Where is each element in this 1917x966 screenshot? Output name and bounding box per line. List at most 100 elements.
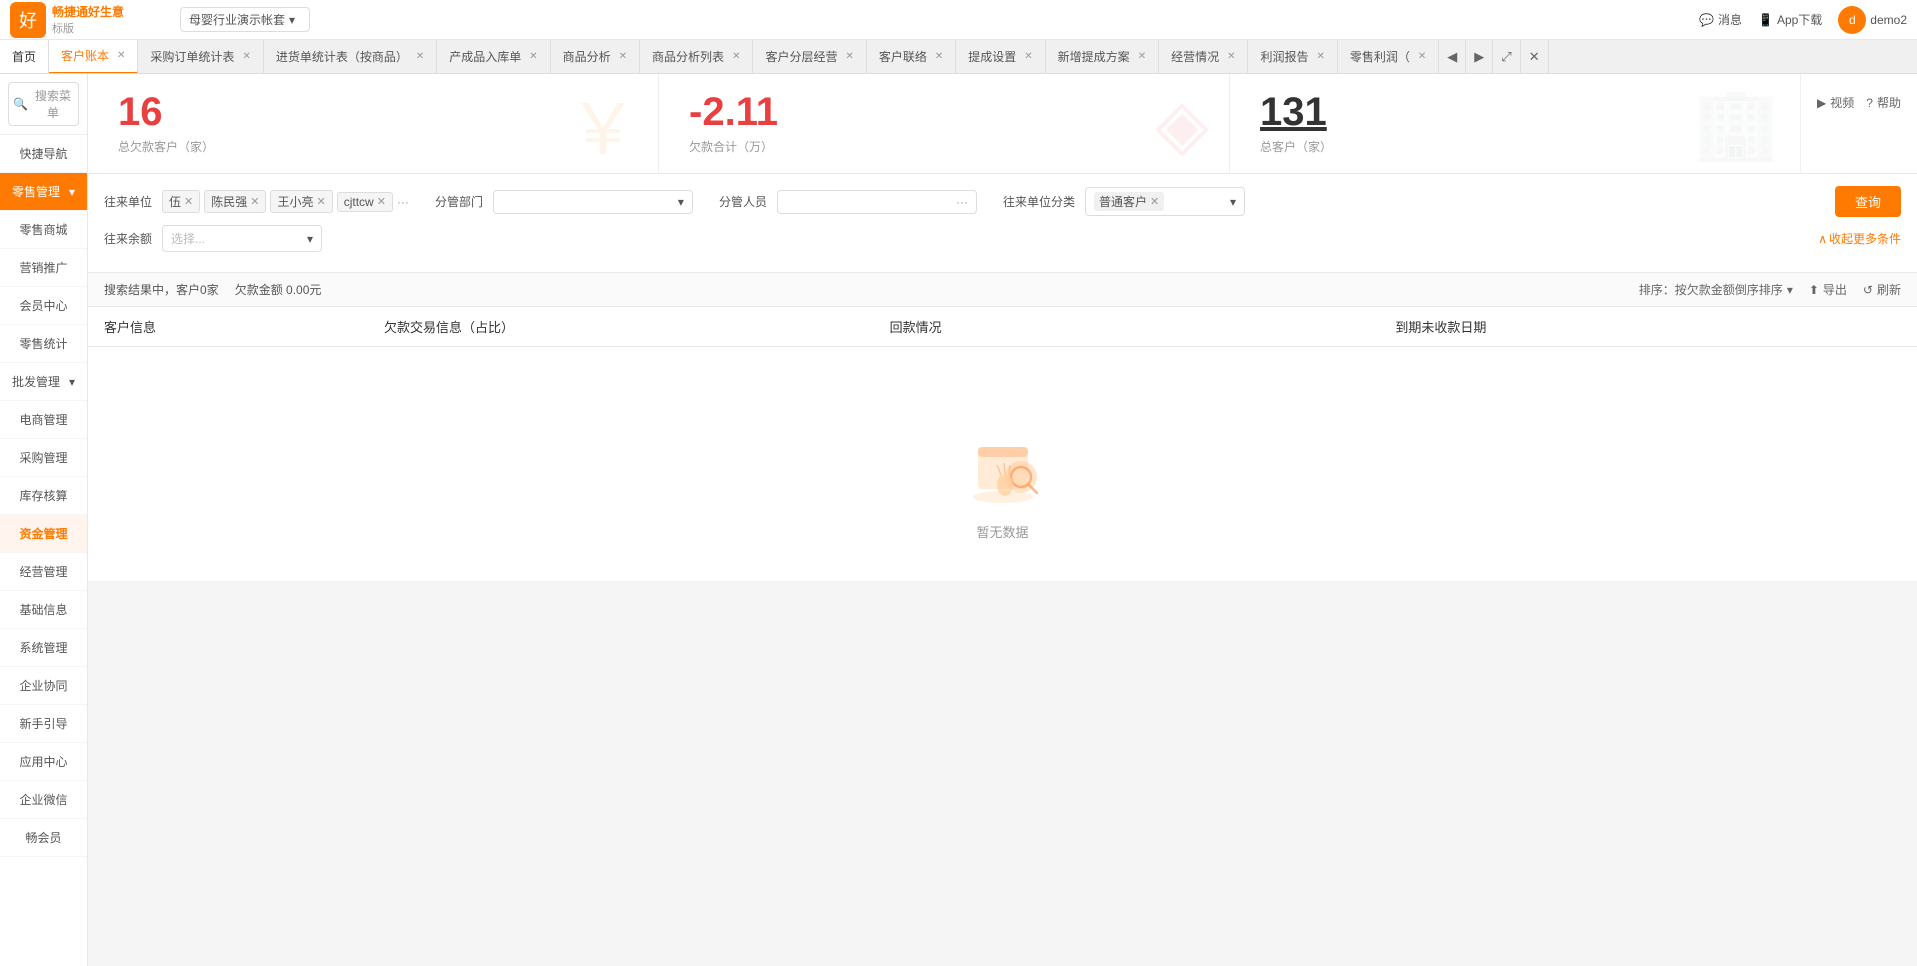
collapse-btn-area: ∧ 收起更多条件 xyxy=(1818,230,1901,247)
sidebar-item-system-mgmt[interactable]: 系统管理 xyxy=(0,629,87,667)
collapse-btn[interactable]: ∧ 收起更多条件 xyxy=(1818,230,1901,247)
sidebar-item-finance-mgmt[interactable]: 资金管理 xyxy=(0,515,87,553)
tab-product-analysis-close[interactable]: ✕ xyxy=(619,51,627,62)
search-menu-btn[interactable]: 🔍 搜索菜单 xyxy=(8,82,79,126)
dept-filter-select[interactable]: ▾ xyxy=(493,190,693,214)
app-download-btn[interactable]: 📱 App下载 xyxy=(1758,11,1822,28)
tab-purchase-order-stats[interactable]: 采购订单统计表 ✕ xyxy=(138,40,263,74)
top-right-actions: 💬 消息 📱 App下载 d demo2 xyxy=(1699,6,1907,34)
tab-retail-profit-close[interactable]: ✕ xyxy=(1418,51,1426,62)
tab-raise-settings-close[interactable]: ✕ xyxy=(1024,51,1032,62)
tab-customer-tier[interactable]: 客户分层经营 ✕ xyxy=(753,40,866,74)
tab-purchase-close[interactable]: ✕ xyxy=(242,51,250,62)
sidebar-item-quick-nav[interactable]: 快捷导航 xyxy=(0,135,87,173)
finance-mgmt-label: 资金管理 xyxy=(19,527,67,541)
quick-nav-label: 快捷导航 xyxy=(19,147,67,161)
message-btn[interactable]: 💬 消息 xyxy=(1699,11,1742,28)
search-icon: 🔍 xyxy=(13,97,28,111)
sidebar-item-app-center[interactable]: 应用中心 xyxy=(0,743,87,781)
tab-product-analysis[interactable]: 商品分析 ✕ xyxy=(551,40,640,74)
content-area: ￥ 16 总欠款客户（家） ◈ -2.11 欠款合计（万） 🏢 131 总客户（… xyxy=(88,74,1917,966)
retail-mgmt-expand-icon: ▾ xyxy=(69,185,75,199)
tab-product-list-close[interactable]: ✕ xyxy=(732,51,740,62)
tab-customer-book-close[interactable]: ✕ xyxy=(117,50,125,61)
filter-tag-cjttcw-text: cjttcw xyxy=(344,195,374,209)
help-label: 帮助 xyxy=(1877,94,1901,111)
filter-tags-more[interactable]: ··· xyxy=(397,195,409,209)
filter-tag-wang-remove[interactable]: ✕ xyxy=(317,195,326,208)
logo-area: 好 畅捷通好生意 标版 xyxy=(10,2,170,38)
tab-close-all[interactable]: ✕ xyxy=(1521,40,1549,74)
stat-debt-number: -2.11 xyxy=(689,92,1199,132)
unit-filter-tags: 伍 ✕ 陈民强 ✕ 王小亮 ✕ cjttcw ✕ ··· xyxy=(162,190,409,213)
tab-profit-report-close[interactable]: ✕ xyxy=(1317,51,1325,62)
avatar: d xyxy=(1838,6,1866,34)
tab-business-status-label: 经营情况 xyxy=(1171,48,1219,65)
help-btn[interactable]: ? 帮助 xyxy=(1866,94,1901,111)
filter-tag-chen-remove[interactable]: ✕ xyxy=(250,195,259,208)
tab-product-in-close[interactable]: ✕ xyxy=(529,51,537,62)
filter-tag-cjttcw-remove[interactable]: ✕ xyxy=(377,195,386,208)
sidebar-item-pro-member[interactable]: 畅会员 xyxy=(0,819,87,857)
sidebar-item-retail-mgmt[interactable]: 零售管理 ▾ xyxy=(0,173,87,211)
table-area: 客户信息 欠款交易信息（占比） 回款情况 到期未收款日期 xyxy=(88,307,1917,581)
tab-scroll-left[interactable]: ◀ xyxy=(1439,40,1466,74)
message-icon: 💬 xyxy=(1699,13,1714,27)
tab-business-status[interactable]: 经营情况 ✕ xyxy=(1159,40,1248,74)
sort-text: 排序：按欠款金额倒序排序 xyxy=(1639,281,1783,298)
stat-card-debt: ◈ -2.11 欠款合计（万） xyxy=(659,74,1230,173)
sidebar-item-enterprise-collab[interactable]: 企业协同 xyxy=(0,667,87,705)
tab-customer-contact[interactable]: 客户联络 ✕ xyxy=(867,40,956,74)
sidebar: 🔍 搜索菜单 快捷导航 零售管理 ▾ 零售商城 营销推广 会员中心 零售统计 批… xyxy=(0,74,88,966)
sidebar-item-ecommerce[interactable]: 电商管理 xyxy=(0,401,87,439)
filter-row-2: 往来余额 选择... ▾ ∧ 收起更多条件 xyxy=(104,225,1901,252)
table-empty-state: 暂无数据 xyxy=(88,347,1917,581)
sidebar-item-enterprise-wechat[interactable]: 企业微信 xyxy=(0,781,87,819)
tab-customer-book[interactable]: 客户账本 ✕ xyxy=(49,40,138,74)
sidebar-item-retail-mall[interactable]: 零售商城 xyxy=(0,211,87,249)
sidebar-item-retail-stats[interactable]: 零售统计 xyxy=(0,325,87,363)
retail-mall-label: 零售商城 xyxy=(19,223,67,237)
sidebar-item-new-user-guide[interactable]: 新手引导 xyxy=(0,705,87,743)
tab-business-status-close[interactable]: ✕ xyxy=(1227,51,1235,62)
tab-stock-close[interactable]: ✕ xyxy=(416,51,424,62)
tab-stock-in-stats[interactable]: 进货单统计表（按商品） ✕ xyxy=(264,40,437,74)
workspace-selector[interactable]: 母婴行业演示帐套 ▾ xyxy=(180,7,310,32)
tab-profit-report[interactable]: 利润报告 ✕ xyxy=(1248,40,1337,74)
unit-class-filter-select[interactable]: 普通客户 ✕ ▾ xyxy=(1085,187,1245,216)
sidebar-item-operations-mgmt[interactable]: 经营管理 xyxy=(0,553,87,591)
tab-customer-contact-close[interactable]: ✕ xyxy=(935,51,943,62)
tab-raise-settings[interactable]: 提成设置 ✕ xyxy=(956,40,1045,74)
sort-chevron-icon[interactable]: ▾ xyxy=(1787,283,1793,297)
filter-tag-chen: 陈民强 ✕ xyxy=(204,190,266,213)
person-more-icon[interactable]: ··· xyxy=(956,195,968,209)
tab-customer-tier-close[interactable]: ✕ xyxy=(845,51,853,62)
tab-new-raise-plan[interactable]: 新增提成方案 ✕ xyxy=(1046,40,1159,74)
sidebar-item-marketing[interactable]: 营销推广 xyxy=(0,249,87,287)
stat-card-customers: ￥ 16 总欠款客户（家） xyxy=(88,74,659,173)
balance-filter-input[interactable]: 选择... ▾ xyxy=(162,225,322,252)
tab-maximize[interactable]: ⤢ xyxy=(1493,40,1520,74)
sidebar-item-basic-info[interactable]: 基础信息 xyxy=(0,591,87,629)
export-btn[interactable]: ⬆ 导出 xyxy=(1809,281,1847,298)
sidebar-item-inventory[interactable]: 库存核算 xyxy=(0,477,87,515)
normal-customer-remove[interactable]: ✕ xyxy=(1150,195,1159,208)
sidebar-item-batch-mgmt[interactable]: 批发管理 ▾ xyxy=(0,363,87,401)
tab-product-in[interactable]: 产成品入库单 ✕ xyxy=(437,40,550,74)
tab-home[interactable]: 首页 xyxy=(0,40,49,74)
main-layout: 🔍 搜索菜单 快捷导航 零售管理 ▾ 零售商城 营销推广 会员中心 零售统计 批… xyxy=(0,74,1917,966)
filter-tag-wu-remove[interactable]: ✕ xyxy=(184,195,193,208)
tab-scroll-right[interactable]: ▶ xyxy=(1466,40,1493,74)
tab-retail-profit[interactable]: 零售利润（ ✕ xyxy=(1338,40,1439,74)
query-btn[interactable]: 查询 xyxy=(1835,186,1901,217)
video-btn[interactable]: ▶ 视频 xyxy=(1817,94,1854,111)
basic-info-label: 基础信息 xyxy=(19,603,67,617)
sidebar-item-member-center[interactable]: 会员中心 xyxy=(0,287,87,325)
sidebar-item-purchase-mgmt[interactable]: 采购管理 xyxy=(0,439,87,477)
refresh-btn[interactable]: ↺ 刷新 xyxy=(1863,281,1901,298)
username: demo2 xyxy=(1870,13,1907,27)
user-area[interactable]: d demo2 xyxy=(1838,6,1907,34)
tab-new-raise-plan-close[interactable]: ✕ xyxy=(1138,51,1146,62)
tab-product-analysis-list[interactable]: 商品分析列表 ✕ xyxy=(640,40,753,74)
person-filter-input[interactable]: ··· xyxy=(777,190,977,214)
